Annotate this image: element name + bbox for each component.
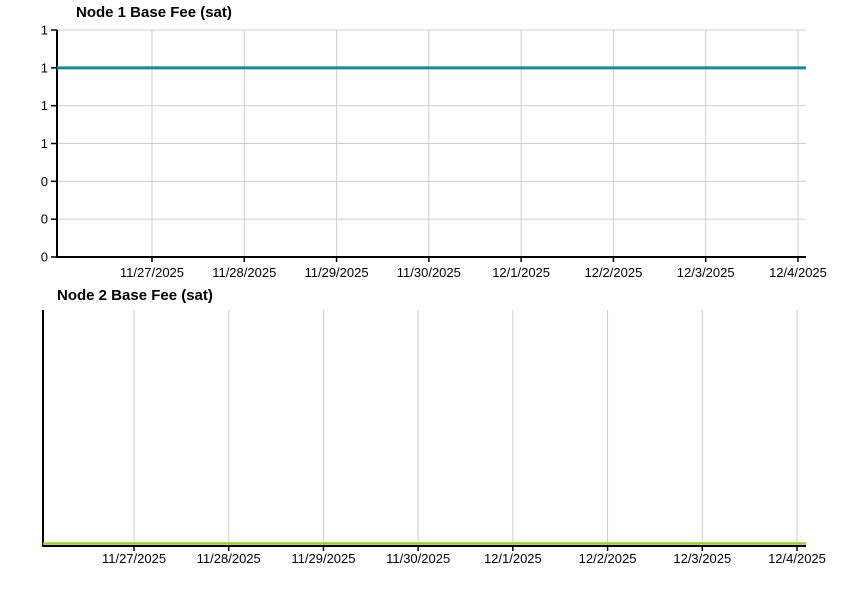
x-tick-label: 11/30/2025 (397, 265, 461, 280)
chart-plot-area: 11/27/2025 11/28/2025 11/29/2025 11/30/2025… (42, 310, 826, 566)
y-tick-label: 1 (41, 136, 48, 151)
y-tick-label: 1 (41, 98, 48, 113)
x-tick-label: 11/29/2025 (304, 265, 368, 280)
x-tick-label: 12/4/2025 (768, 551, 826, 566)
x-tick-label: 11/27/2025 (102, 551, 166, 566)
node2-base-fee-chart: Node 2 Base Fee (sat) 11/27/2025 11/28/20… (0, 282, 860, 600)
y-tick-label: 0 (41, 174, 48, 189)
chart-title: Node 1 Base Fee (sat) (76, 4, 232, 21)
node1-base-fee-chart: Node 1 Base Fee (sat) 1 1 1 1 0 0 0 11/27/2025 1… (0, 0, 860, 282)
x-tick-label: 12/3/2025 (673, 551, 731, 566)
chart-plot-area: 1 1 1 1 0 0 0 11/27/2025 11/28/2025 11/29/2025 11/… (41, 23, 827, 281)
x-tick-label: 11/29/2025 (291, 551, 355, 566)
x-tick-label: 11/27/2025 (120, 265, 184, 280)
x-tick-label: 12/3/2025 (677, 265, 735, 280)
x-tick-label: 12/1/2025 (484, 551, 542, 566)
x-tick-label: 11/28/2025 (212, 265, 276, 280)
x-tick-label: 12/1/2025 (492, 265, 550, 280)
y-tick-label: 0 (41, 250, 48, 265)
x-tick-label: 12/2/2025 (584, 265, 642, 280)
x-tick-label: 11/30/2025 (386, 551, 450, 566)
base-fee-charts-page: Node 1 Base Fee (sat) 1 1 1 1 0 0 0 11/27/2025 1… (0, 0, 860, 600)
x-tick-label: 12/2/2025 (579, 551, 637, 566)
y-tick-label: 0 (41, 212, 48, 227)
y-tick-label: 1 (41, 23, 48, 38)
y-tick-label: 1 (41, 60, 48, 75)
x-tick-label: 11/28/2025 (197, 551, 261, 566)
chart-title: Node 2 Base Fee (sat) (57, 287, 213, 304)
x-tick-label: 12/4/2025 (769, 265, 827, 280)
